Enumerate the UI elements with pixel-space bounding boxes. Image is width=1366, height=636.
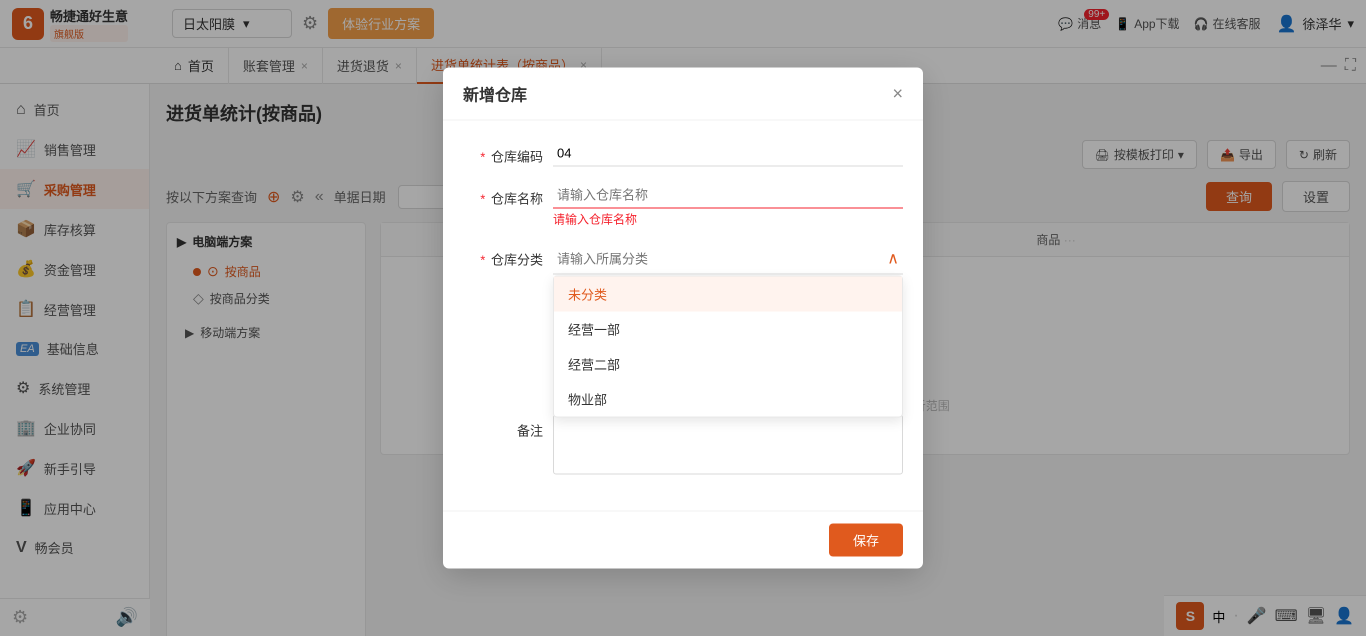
- form-row-code: * 仓库编码: [463, 141, 903, 167]
- dropdown-item-2[interactable]: 经营二部: [554, 347, 902, 382]
- category-input[interactable]: [557, 251, 887, 266]
- code-input[interactable]: [553, 141, 903, 167]
- category-chevron-icon[interactable]: ∧: [887, 249, 899, 269]
- form-row-name: * 仓库名称 请输入仓库名称: [463, 183, 903, 228]
- category-label: * 仓库分类: [463, 244, 543, 269]
- code-label: * 仓库编码: [463, 141, 543, 166]
- dropdown-item-3[interactable]: 物业部: [554, 382, 902, 417]
- modal-header: 新增仓库 ×: [443, 68, 923, 121]
- form-row-remark: 备注: [463, 415, 903, 475]
- category-wrap: ∧ 未分类 经营一部 经营二部 物业部: [553, 244, 903, 275]
- dropdown-item-1[interactable]: 经营一部: [554, 312, 902, 347]
- name-error-hint: 请输入仓库名称: [553, 211, 903, 228]
- new-warehouse-modal: 新增仓库 × * 仓库编码 * 仓库名称 请输入仓库名称 *: [443, 68, 923, 569]
- dropdown-item-0[interactable]: 未分类: [554, 277, 902, 312]
- save-btn[interactable]: 保存: [829, 524, 903, 557]
- modal-body: * 仓库编码 * 仓库名称 请输入仓库名称 * 仓库分类: [443, 121, 923, 511]
- remark-textarea[interactable]: [553, 415, 903, 475]
- remark-label: 备注: [463, 415, 543, 440]
- modal-title: 新增仓库: [463, 82, 527, 106]
- name-label: * 仓库名称: [463, 183, 543, 208]
- modal-close-btn[interactable]: ×: [892, 83, 903, 104]
- category-input-row: ∧: [553, 244, 903, 275]
- form-row-category: * 仓库分类 ∧ 未分类 经营一部 经营二部 物业部: [463, 244, 903, 275]
- name-input[interactable]: [553, 183, 903, 209]
- category-dropdown: 未分类 经营一部 经营二部 物业部: [553, 276, 903, 418]
- modal-footer: 保存: [443, 511, 923, 569]
- name-input-wrap: 请输入仓库名称: [553, 183, 903, 228]
